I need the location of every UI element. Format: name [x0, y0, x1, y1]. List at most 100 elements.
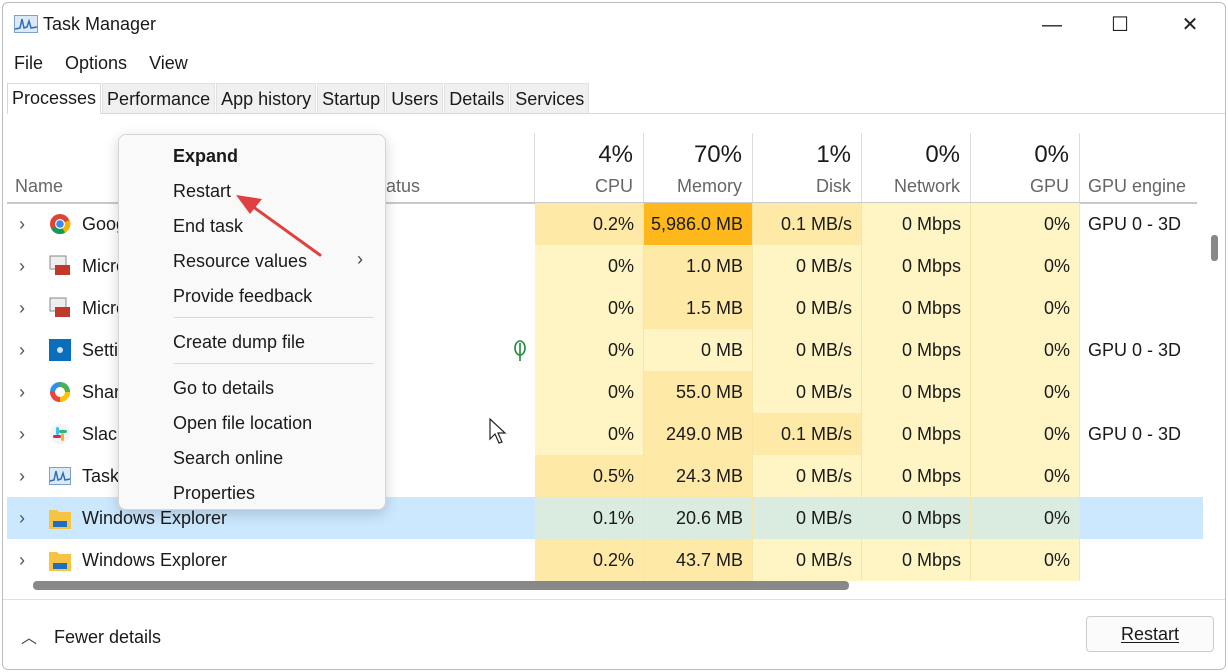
disk-cell: 0 MB/s — [753, 245, 862, 287]
tab-processes[interactable]: Processes — [7, 83, 102, 114]
tab-services[interactable]: Services — [510, 83, 590, 113]
disk-cell: 0 MB/s — [753, 287, 862, 329]
toolbox-app-icon — [49, 297, 71, 319]
network-total: 0% — [925, 141, 960, 168]
process-row[interactable]: › Windows Explorer 0.2% 43.7 MB 0 MB/s 0 Mbp… — [7, 539, 1203, 581]
vertical-scrollbar[interactable] — [1211, 235, 1218, 261]
menu-separator — [174, 363, 374, 364]
gpu-cell: 0% — [971, 329, 1080, 371]
memory-cell: 249.0 MB — [644, 413, 753, 455]
efficiency-mode-leaf-icon — [514, 340, 526, 361]
expand-chevron-icon[interactable]: › — [19, 245, 25, 287]
menu-bar: File Options View — [3, 49, 199, 77]
memory-cell: 20.6 MB — [644, 497, 753, 539]
column-header-gpu-engine[interactable]: GPU engine — [1080, 133, 1225, 203]
minimize-button[interactable]: — — [1029, 9, 1075, 41]
menu-item-search-online[interactable]: Search online — [173, 448, 283, 469]
column-header-gpu[interactable]: 0% GPU — [971, 133, 1080, 203]
settings-gear-icon — [49, 339, 71, 361]
disk-label: Disk — [816, 176, 851, 196]
disk-cell: 0.1 MB/s — [753, 413, 862, 455]
gpu-cell: 0% — [971, 497, 1080, 539]
expand-chevron-icon[interactable]: › — [19, 413, 25, 455]
tab-details[interactable]: Details — [444, 83, 510, 113]
column-header-network[interactable]: 0% Network — [862, 133, 971, 203]
memory-cell: 5,986.0 MB — [644, 203, 753, 245]
process-name: Task — [82, 466, 120, 486]
memory-total: 70% — [693, 141, 742, 168]
menu-item-open-file-location[interactable]: Open file location — [173, 413, 312, 434]
fewer-details-link[interactable]: Fewer details — [54, 627, 161, 648]
network-label: Network — [893, 176, 960, 196]
memory-cell: 55.0 MB — [644, 371, 753, 413]
restart-button[interactable]: Restart — [1086, 616, 1214, 652]
footer: ︿ Fewer details Restart — [3, 599, 1225, 669]
cpu-total: 4% — [598, 141, 633, 168]
expand-chevron-icon[interactable]: › — [19, 287, 25, 329]
menu-item-go-to-details[interactable]: Go to details — [173, 378, 274, 399]
menu-separator — [174, 317, 374, 318]
menu-item-properties[interactable]: Properties — [173, 483, 255, 504]
slack-icon — [49, 423, 71, 445]
chevron-right-icon: › — [357, 249, 363, 269]
chevron-up-icon[interactable]: ︿ — [21, 624, 37, 648]
cpu-cell: 0% — [535, 287, 644, 329]
expand-chevron-icon[interactable]: › — [19, 455, 25, 497]
cpu-cell: 0% — [535, 329, 644, 371]
gpu-cell: 0% — [971, 287, 1080, 329]
gpu-cell: 0% — [971, 245, 1080, 287]
menu-item-restart[interactable]: Restart — [173, 181, 231, 202]
tab-performance[interactable]: Performance — [102, 83, 216, 113]
disk-total: 1% — [816, 141, 851, 168]
network-cell: 0 Mbps — [862, 497, 971, 539]
disk-cell: 0.1 MB/s — [753, 203, 862, 245]
sharex-icon — [49, 381, 71, 403]
gpu-cell: 0% — [971, 413, 1080, 455]
menu-item-resource-values[interactable]: Resource values — [173, 251, 307, 272]
tab-startup[interactable]: Startup — [317, 83, 386, 113]
context-menu: Expand Restart End task Resource values … — [118, 134, 386, 510]
gpu-cell: 0% — [971, 203, 1080, 245]
network-cell: 0 Mbps — [862, 245, 971, 287]
expand-chevron-icon[interactable]: › — [19, 371, 25, 413]
menu-item-provide-feedback[interactable]: Provide feedback — [173, 286, 312, 307]
disk-cell: 0 MB/s — [753, 329, 862, 371]
toolbox-app-icon — [49, 255, 71, 277]
disk-cell: 0 MB/s — [753, 371, 862, 413]
cpu-cell: 0.2% — [535, 203, 644, 245]
expand-chevron-icon[interactable]: › — [19, 329, 25, 371]
menu-options[interactable]: Options — [54, 49, 138, 77]
gpu-total: 0% — [1034, 141, 1069, 168]
expand-chevron-icon[interactable]: › — [19, 203, 25, 245]
expand-chevron-icon[interactable]: › — [19, 539, 25, 581]
folder-icon — [49, 549, 71, 571]
column-header-disk[interactable]: 1% Disk — [753, 133, 862, 203]
menu-file[interactable]: File — [3, 49, 54, 77]
cpu-cell: 0.1% — [535, 497, 644, 539]
menu-view[interactable]: View — [138, 49, 199, 77]
task-manager-icon — [49, 465, 71, 487]
close-button[interactable]: ✕ — [1167, 9, 1213, 41]
cpu-cell: 0% — [535, 245, 644, 287]
name-header-label: Name — [15, 176, 64, 196]
expand-chevron-icon[interactable]: › — [19, 497, 25, 539]
menu-item-expand[interactable]: Expand — [173, 146, 238, 167]
maximize-button[interactable]: ☐ — [1097, 9, 1143, 41]
horizontal-scrollbar[interactable] — [33, 581, 849, 590]
memory-cell: 43.7 MB — [644, 539, 753, 581]
tab-users[interactable]: Users — [386, 83, 444, 113]
memory-cell: 0 MB — [644, 329, 753, 371]
column-header-cpu[interactable]: 4% CPU — [535, 133, 644, 203]
menu-item-end-task[interactable]: End task — [173, 216, 243, 237]
network-cell: 0 Mbps — [862, 455, 971, 497]
gpu-cell: 0% — [971, 455, 1080, 497]
network-cell: 0 Mbps — [862, 329, 971, 371]
network-cell: 0 Mbps — [862, 371, 971, 413]
column-header-memory[interactable]: 70% Memory — [644, 133, 753, 203]
tab-app-history[interactable]: App history — [216, 83, 317, 113]
gpu-label: GPU — [1029, 176, 1069, 196]
disk-cell: 0 MB/s — [753, 455, 862, 497]
chrome-icon — [49, 213, 71, 235]
menu-item-create-dump-file[interactable]: Create dump file — [173, 332, 305, 353]
folder-icon — [49, 507, 71, 529]
